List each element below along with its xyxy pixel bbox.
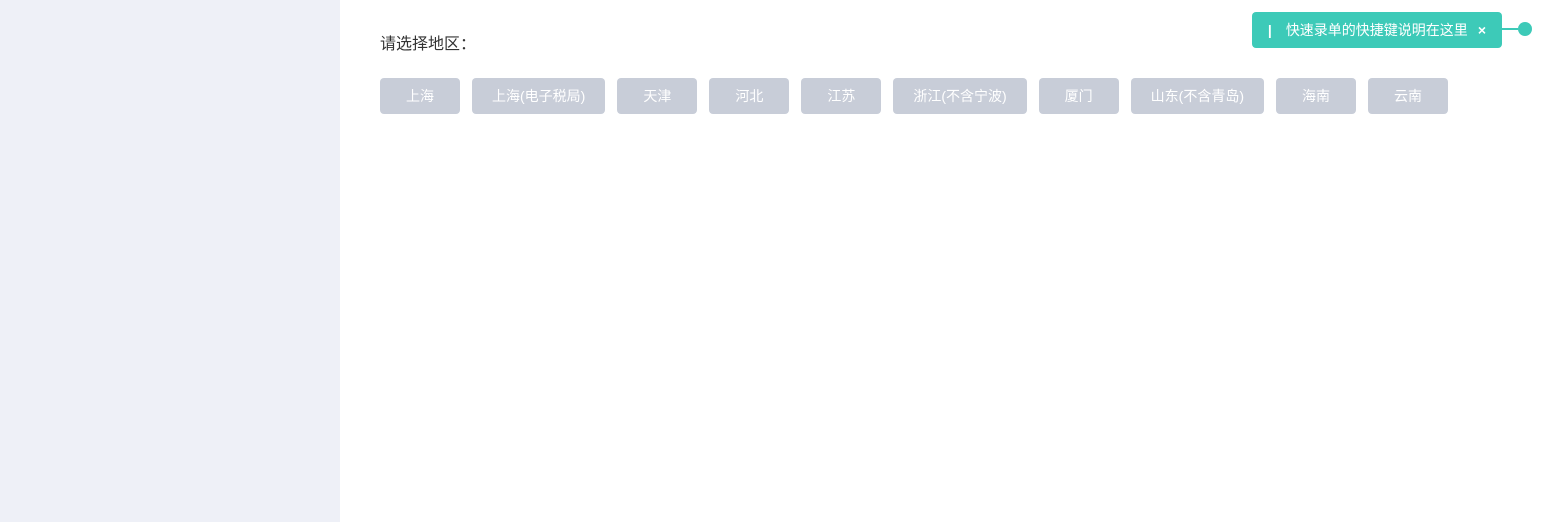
region-btn-yunnan[interactable]: 云南 <box>1368 78 1448 114</box>
region-btn-jiangsu[interactable]: 江苏 <box>801 78 881 114</box>
tooltip-line <box>1498 28 1518 30</box>
region-btn-shanghai-etax[interactable]: 上海(电子税局) <box>472 78 605 114</box>
region-btn-hebei[interactable]: 河北 <box>709 78 789 114</box>
tooltip-banner: 快速录单的快捷键说明在这里 × <box>1252 12 1502 48</box>
region-btn-shanghai[interactable]: 上海 <box>380 78 460 114</box>
left-sidebar <box>0 0 340 522</box>
region-btn-xiamen[interactable]: 厦门 <box>1039 78 1119 114</box>
region-btn-shandong[interactable]: 山东(不含青岛) <box>1131 78 1264 114</box>
tooltip-text: 快速录单的快捷键说明在这里 <box>1286 20 1468 40</box>
tooltip-dot <box>1518 22 1532 36</box>
main-content: 请选择地区： 上海上海(电子税局)天津河北江苏浙江(不含宁波)厦门山东(不含青岛… <box>340 0 1562 522</box>
region-btn-tianjin[interactable]: 天津 <box>617 78 697 114</box>
region-btn-hainan[interactable]: 海南 <box>1276 78 1356 114</box>
tooltip-close-button[interactable]: × <box>1478 22 1486 38</box>
region-buttons-container: 上海上海(电子税局) 天津河北江苏浙江(不含宁波) 厦门山东(不含青岛) 海南云南 <box>380 78 1522 114</box>
region-btn-zhejiang[interactable]: 浙江(不含宁波) <box>893 78 1026 114</box>
